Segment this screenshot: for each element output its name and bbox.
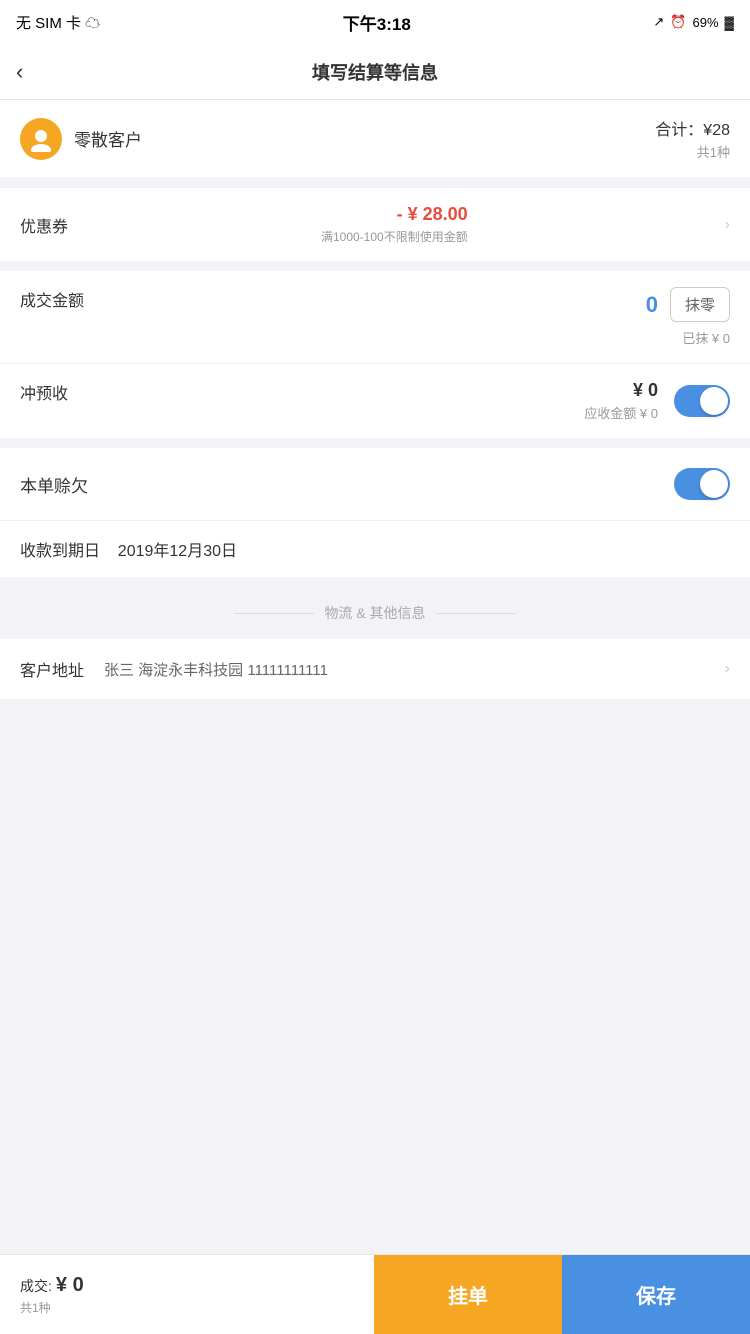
address-label: 客户地址 <box>20 657 84 681</box>
save-button[interactable]: 保存 <box>562 1255 750 1334</box>
bottom-deal-label: 成交: <box>20 1276 52 1296</box>
logistics-section: 物流 & 其他信息 <box>0 587 750 639</box>
address-value: 张三 海淀永丰科技园 11111111111 <box>104 659 701 680</box>
bottom-bar: 成交: ¥ 0 共1种 挂单 保存 <box>0 1254 750 1334</box>
bottom-summary: 成交: ¥ 0 共1种 <box>0 1274 374 1316</box>
debit-label: 本单赊欠 <box>20 472 88 497</box>
coupon-amount: - ¥ 28.00 <box>321 204 468 225</box>
address-section: 客户地址 张三 海淀永丰科技园 11111111111 › <box>0 639 750 699</box>
coupon-chevron-icon: › <box>725 216 730 234</box>
alarm-icon: ⏰ <box>670 14 686 30</box>
coupon-label: 优惠券 <box>20 213 68 237</box>
right-divider <box>436 613 516 614</box>
status-right: ↗ ⏰ 69% ▓ <box>653 14 734 30</box>
deal-amount-sub: 已抹 ¥ 0 <box>682 328 730 347</box>
save-button-label: 保存 <box>636 1280 676 1309</box>
prepay-toggle[interactable] <box>674 385 730 417</box>
status-left: 无 SIM 卡 ☁ <box>16 12 100 33</box>
bottom-deal-row: 成交: ¥ 0 <box>20 1274 354 1297</box>
main-content: 零散客户 合计：¥28 共1种 优惠券 - ¥ 28.00 满1000-100不… <box>0 100 750 809</box>
coupon-section: 优惠券 - ¥ 28.00 满1000-100不限制使用金额 › <box>0 187 750 261</box>
duedate-text: 收款到期日 2019年12月30日 <box>20 543 237 560</box>
nav-bar: ‹ 填写结算等信息 <box>0 44 750 100</box>
coupon-right: - ¥ 28.00 满1000-100不限制使用金额 <box>321 204 468 245</box>
debit-section: 本单赊欠 收款到期日 2019年12月30日 <box>0 448 750 577</box>
battery-icon: ▓ <box>725 15 734 30</box>
address-chevron-icon: › <box>725 660 730 678</box>
coupon-desc: 满1000-100不限制使用金额 <box>321 228 468 245</box>
battery-level: 69% <box>692 15 718 30</box>
pending-button-label: 挂单 <box>448 1280 488 1309</box>
toggle-knob <box>700 387 728 415</box>
status-bar: 无 SIM 卡 ☁ 下午3:18 ↗ ⏰ 69% ▓ <box>0 0 750 44</box>
deal-amount-row: 成交金额 0 抹零 已抹 ¥ 0 <box>0 271 750 363</box>
address-row[interactable]: 客户地址 张三 海淀永丰科技园 11111111111 › <box>0 639 750 699</box>
amount-section: 成交金额 0 抹零 已抹 ¥ 0 冲预收 ¥ 0 应收金额 ¥ 0 <box>0 271 750 438</box>
logistics-label: 物流 & 其他信息 <box>324 603 425 623</box>
left-divider <box>234 613 314 614</box>
pending-button[interactable]: 挂单 <box>374 1255 562 1334</box>
bottom-deal-amount: ¥ 0 <box>56 1274 84 1297</box>
status-time: 下午3:18 <box>343 10 411 35</box>
deal-amount-label: 成交金额 <box>20 287 84 311</box>
customer-section: 零散客户 合计：¥28 共1种 <box>0 100 750 177</box>
customer-name: 零散客户 <box>74 126 142 151</box>
customer-count: 共1种 <box>655 142 730 161</box>
duedate-label: 收款到期日 <box>20 543 100 560</box>
prepay-row: 冲预收 ¥ 0 应收金额 ¥ 0 <box>0 363 750 438</box>
moling-button[interactable]: 抹零 <box>670 287 730 322</box>
back-button[interactable]: ‹ <box>16 59 23 85</box>
duedate-value: 2019年12月30日 <box>118 543 237 560</box>
prepay-label: 冲预收 <box>20 380 68 404</box>
customer-total: 合计：¥28 <box>655 116 730 140</box>
deal-amount-value: 0 <box>646 292 658 318</box>
sim-status: 无 SIM 卡 ☁ <box>16 12 100 33</box>
page-title: 填写结算等信息 <box>312 59 438 85</box>
avatar-icon <box>28 126 54 152</box>
debit-row: 本单赊欠 <box>0 448 750 520</box>
customer-avatar <box>20 118 62 160</box>
customer-row: 零散客户 合计：¥28 共1种 <box>0 100 750 177</box>
debit-toggle[interactable] <box>674 468 730 500</box>
prepay-value: ¥ 0 <box>584 380 658 401</box>
duedate-row: 收款到期日 2019年12月30日 <box>0 520 750 577</box>
coupon-row[interactable]: 优惠券 - ¥ 28.00 满1000-100不限制使用金额 › <box>0 187 750 261</box>
debit-toggle-knob <box>700 470 728 498</box>
customer-right: 合计：¥28 共1种 <box>655 116 730 161</box>
prepay-sub: 应收金额 ¥ 0 <box>584 403 658 422</box>
location-icon: ↗ <box>653 14 664 30</box>
bottom-count: 共1种 <box>20 1299 354 1316</box>
customer-left: 零散客户 <box>20 118 142 160</box>
